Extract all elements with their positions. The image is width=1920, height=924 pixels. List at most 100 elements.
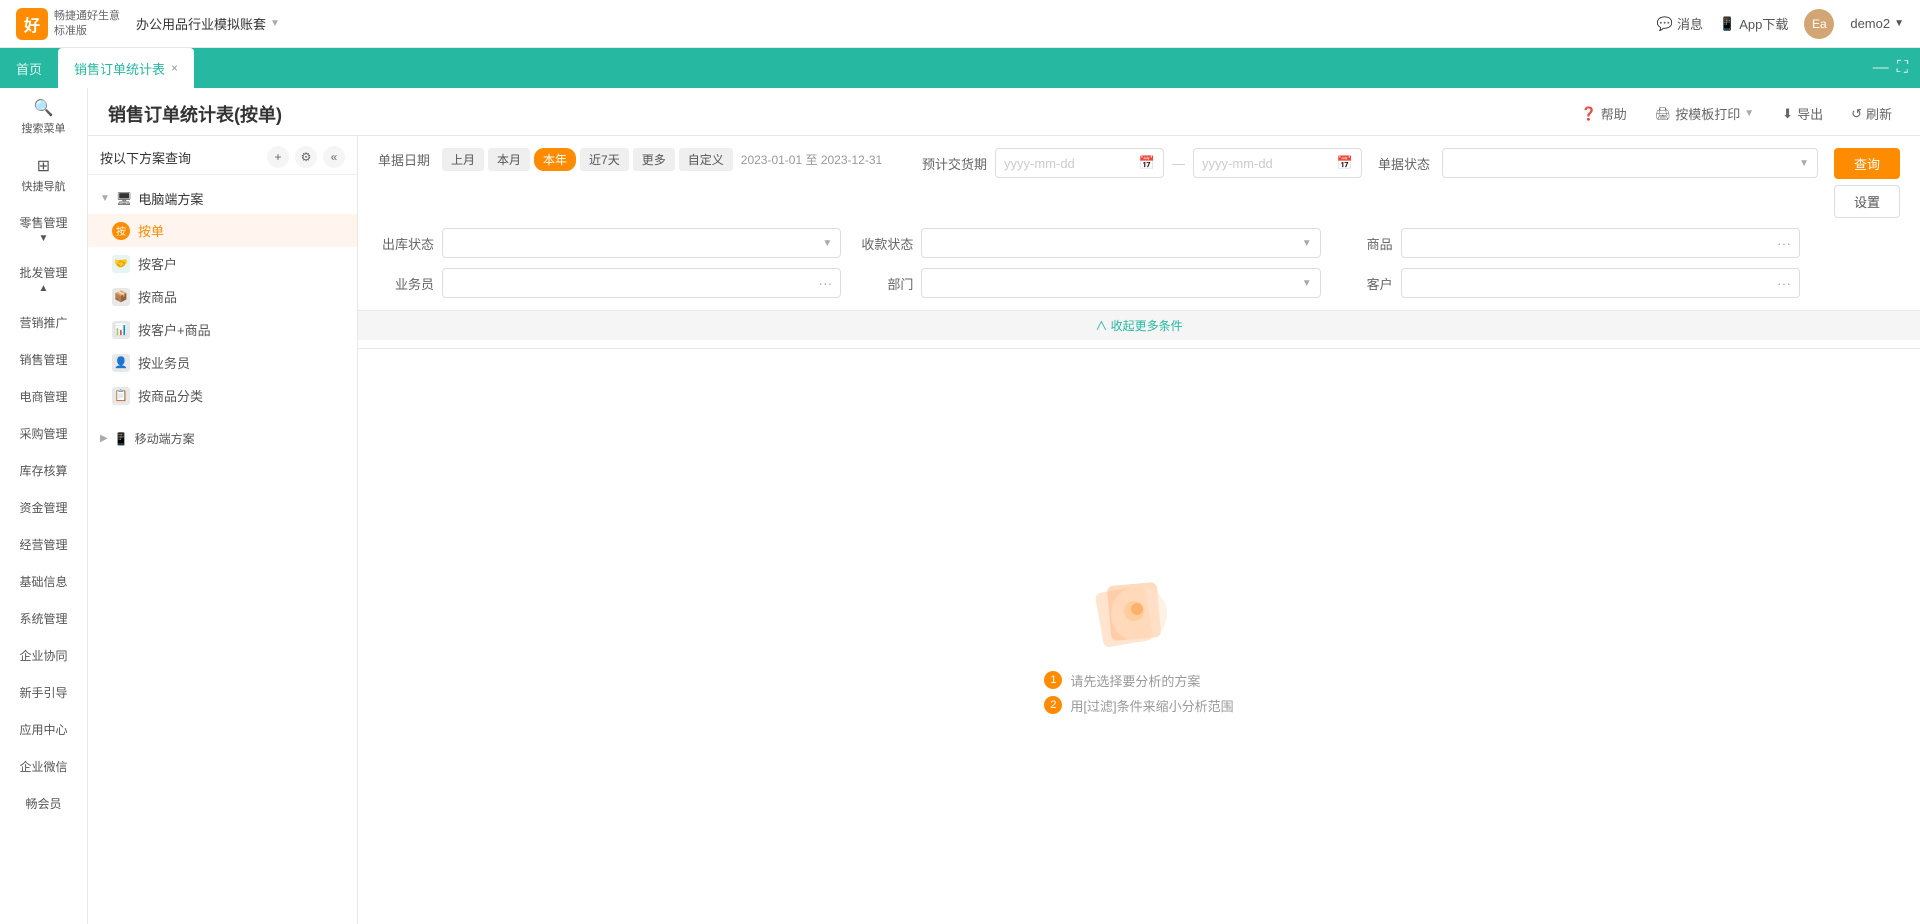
empty-tip-1: 1 请先选择要分析的方案 [1044,671,1233,690]
sidebar-item-operations-mgmt[interactable]: 经营管理 [0,526,87,563]
delivery-status-select[interactable]: ▼ [442,228,841,258]
more-icon[interactable]: ··· [1777,275,1791,291]
export-button[interactable]: ⬇ 导出 [1774,100,1831,127]
chevron-down-icon: ▼ [100,193,110,204]
header-actions: ❓ 帮助 🖨 按模板打印 ▼ ⬇ 导出 ↺ 刷新 [1573,100,1900,127]
empty-svg [1079,559,1199,659]
page-content: 销售订单统计表(按单) ❓ 帮助 🖨 按模板打印 ▼ ⬇ 导出 ↺ 刷新 [88,88,1920,924]
date-range-display: 2023-01-01 至 2023-12-31 [741,151,882,168]
order-status-label: 单据状态 [1378,154,1434,173]
tab-close-button[interactable]: × [171,61,178,75]
user-avatar[interactable]: Ea [1804,9,1834,39]
date-btn-7days[interactable]: 近7天 [580,148,629,171]
date-btn-custom[interactable]: 自定义 [679,148,733,171]
tabbar: 首页 销售订单统计表 × — ⛶ [0,48,1920,88]
print-icon: 🖨 [1655,106,1672,122]
mobile-scheme-header[interactable]: ▶ 📱 移动端方案 [88,424,357,453]
add-scheme-button[interactable]: + [267,146,289,168]
sidebar-item-basic-info[interactable]: 基础信息 [0,563,87,600]
sidebar-item-sales-mgmt[interactable]: 销售管理 [0,341,87,378]
expected-date-start-input[interactable]: yyyy-mm-dd 📅 [995,148,1164,178]
chevron-down-icon: ▼ [1302,278,1312,289]
by-salesperson-icon: 👤 [112,354,130,372]
scheme-panel-title: 按以下方案查询 [100,148,191,167]
sidebar-item-retail-mgmt[interactable]: 零售管理 ▼ [0,204,87,254]
scheme-panel-header: 按以下方案查询 + ⚙ « [88,136,357,175]
expected-date-label: 预计交货期 [922,154,987,173]
sidebar-item-vip-member[interactable]: 畅会员 [0,785,87,822]
sidebar-item-finance-mgmt[interactable]: 资金管理 [0,489,87,526]
tab-home[interactable]: 首页 [0,48,58,88]
tab-actions: — ⛶ [1873,59,1920,77]
app-selector[interactable]: 办公用品行业模拟账套 ▼ [128,10,288,37]
department-label: 部门 [857,274,913,293]
chevron-down-icon: ▼ [1744,108,1754,119]
chevron-up-icon: ▲ [39,283,49,294]
sidebar-item-wholesale-mgmt[interactable]: 批发管理 ▲ [0,254,87,304]
collapse-filters-button[interactable]: ∧ 收起更多条件 [358,310,1920,340]
message-button[interactable]: 💬 消息 [1657,14,1703,33]
by-customer-icon: 🤝 [112,255,130,273]
sidebar-item-new-guide[interactable]: 新手引导 [0,674,87,711]
mobile-icon: 📱 [114,432,129,446]
delivery-status-label: 出库状态 [378,234,434,253]
empty-content: 1 请先选择要分析的方案 2 用[过滤]条件来缩小分析范围 [1044,559,1233,715]
minimize-button[interactable]: — [1873,59,1889,77]
logo-area: 好 畅捷通好生意 标准版 [16,8,120,40]
chevron-down-icon: ▼ [1894,18,1904,29]
search-button[interactable]: 查询 [1834,148,1900,179]
date-btn-this-year[interactable]: 本年 [534,148,576,171]
department-select[interactable]: ▼ [921,268,1320,298]
sidebar-item-search-menu[interactable]: 🔍 搜索菜单 [0,88,87,146]
goods-input[interactable]: ··· [1401,228,1800,258]
payment-status-select[interactable]: ▼ [921,228,1320,258]
mobile-scheme-section: ▶ 📱 移动端方案 [88,420,357,457]
settings-button[interactable]: 设置 [1834,185,1900,218]
action-buttons: 查询 设置 [1834,148,1900,218]
scheme-item-by-salesperson[interactable]: 👤 按业务员 [88,346,357,379]
sidebar-item-system-mgmt[interactable]: 系统管理 [0,600,87,637]
sidebar-item-enterprise-collab[interactable]: 企业协同 [0,637,87,674]
empty-state: 1 请先选择要分析的方案 2 用[过滤]条件来缩小分析范围 [358,349,1920,924]
scheme-item-by-customer[interactable]: 🤝 按客户 [88,247,357,280]
more-icon[interactable]: ··· [818,275,832,291]
sidebar-item-quick-nav[interactable]: ⊞ 快捷导航 [0,146,87,204]
user-name[interactable]: demo2 ▼ [1850,16,1904,31]
sidebar-item-inventory[interactable]: 库存核算 [0,452,87,489]
calendar-icon: 📅 [1139,155,1155,171]
customer-input[interactable]: ··· [1401,268,1800,298]
maximize-button[interactable]: ⛶ [1897,59,1908,77]
print-button[interactable]: 🖨 按模板打印 ▼ [1647,100,1762,127]
salesperson-cell: 业务员 ··· [378,268,841,298]
tab-sales-order-stats[interactable]: 销售订单统计表 × [58,48,194,88]
more-icon[interactable]: ··· [1777,235,1791,251]
payment-status-cell: 收款状态 ▼ [857,228,1320,258]
date-btn-this-month[interactable]: 本月 [488,148,530,171]
sidebar-item-app-center[interactable]: 应用中心 [0,711,87,748]
order-status-select[interactable]: ▼ [1442,148,1818,178]
sidebar-item-purchase-mgmt[interactable]: 采购管理 [0,415,87,452]
topbar-right: 💬 消息 📱 App下载 Ea demo2 ▼ [1657,9,1904,39]
pc-scheme-header[interactable]: ▼ 🖥 电脑端方案 [88,183,357,214]
sidebar-item-ecommerce-mgmt[interactable]: 电商管理 [0,378,87,415]
date-btn-more[interactable]: 更多 [633,148,675,171]
empty-tip-2: 2 用[过滤]条件来缩小分析范围 [1044,696,1233,715]
scheme-item-by-order[interactable]: 按 按单 [88,214,357,247]
scheme-item-by-goods-category[interactable]: 📋 按商品分类 [88,379,357,412]
sidebar-item-enterprise-wechat[interactable]: 企业微信 [0,748,87,785]
scheme-item-by-goods[interactable]: 📦 按商品 [88,280,357,313]
collapse-scheme-button[interactable]: « [323,146,345,168]
scheme-item-by-customer-goods[interactable]: 📊 按客户+商品 [88,313,357,346]
date-btn-last-month[interactable]: 上月 [442,148,484,171]
help-button[interactable]: ❓ 帮助 [1573,100,1635,127]
expected-date-end-input[interactable]: yyyy-mm-dd 📅 [1193,148,1362,178]
app-download-button[interactable]: 📱 App下载 [1719,14,1788,33]
export-icon: ⬇ [1782,106,1793,122]
sidebar-item-marketing[interactable]: 营销推广 [0,304,87,341]
tip-num-1: 1 [1044,671,1062,689]
refresh-button[interactable]: ↺ 刷新 [1843,100,1900,127]
chevron-down-icon: ▼ [39,233,49,244]
salesperson-input[interactable]: ··· [442,268,841,298]
message-icon: 💬 [1657,16,1673,32]
settings-scheme-button[interactable]: ⚙ [295,146,317,168]
